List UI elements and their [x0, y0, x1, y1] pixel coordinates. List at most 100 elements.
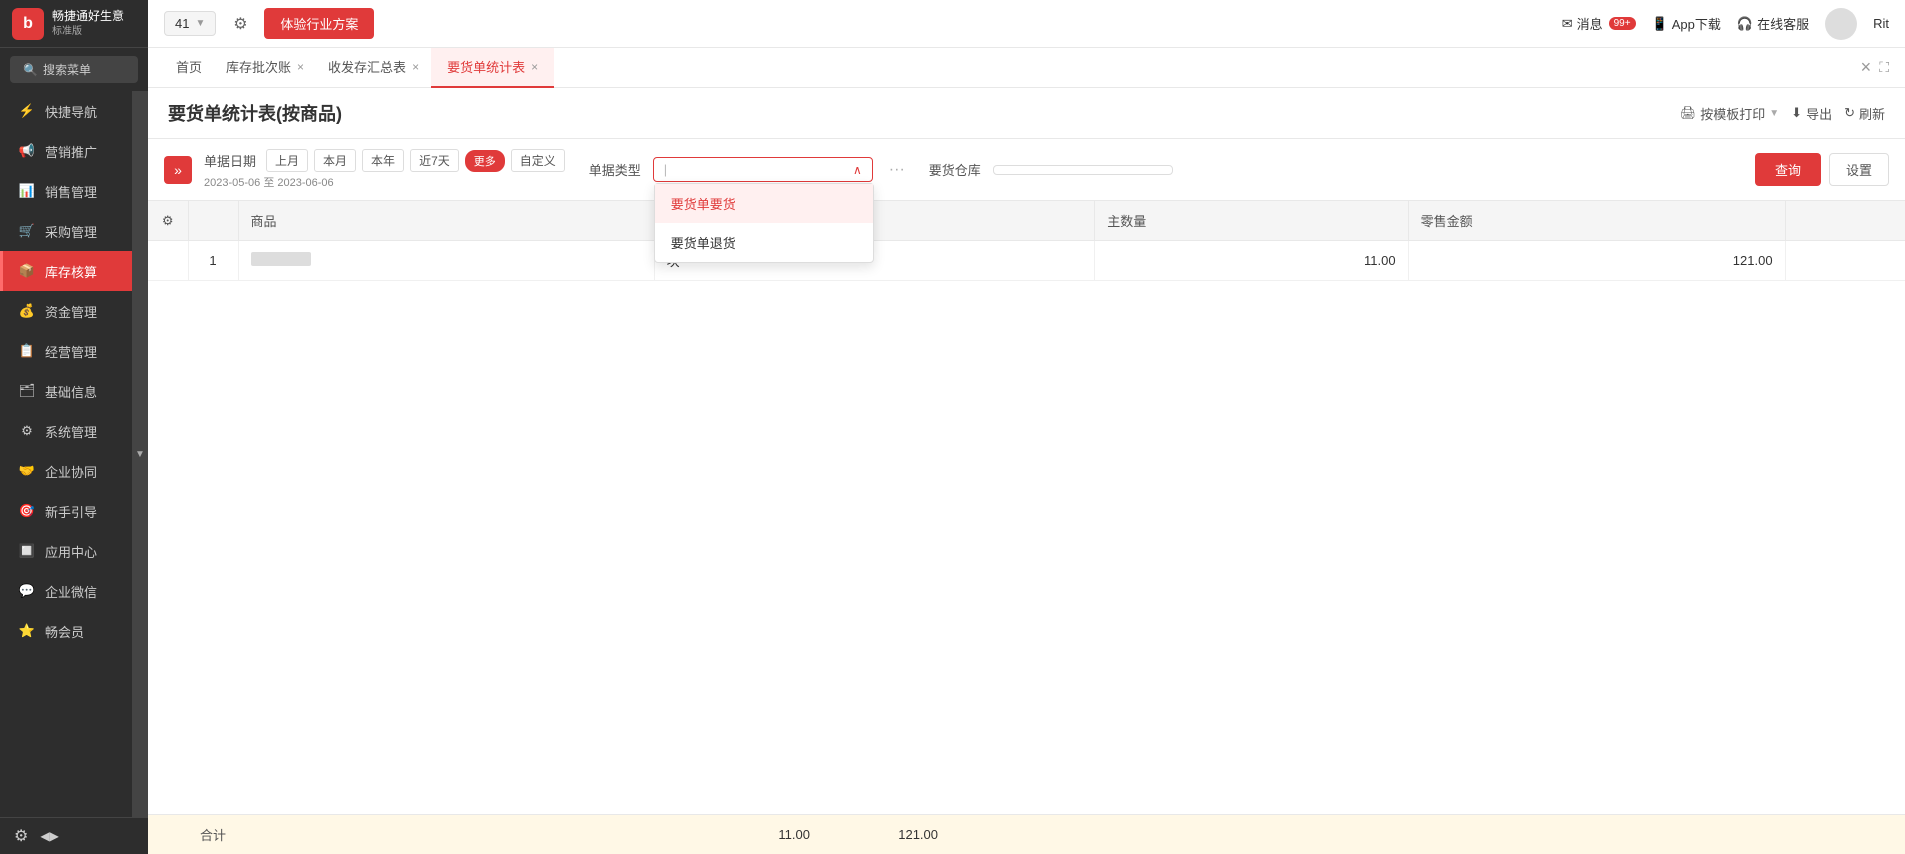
- sidebar-logo: b 畅捷通好生意 标准版: [0, 0, 148, 48]
- tab-batch-close[interactable]: ×: [297, 61, 304, 73]
- chevron-up-icon: ∧: [853, 163, 862, 177]
- appstore-icon: 🔲: [17, 541, 37, 561]
- tab-fullscreen-icon[interactable]: ⛶: [1879, 59, 1889, 76]
- app-download-action[interactable]: 📱 App下载: [1652, 14, 1721, 33]
- sidebar-item-label: 基础信息: [45, 382, 97, 401]
- filter-date-7days[interactable]: 近7天: [410, 149, 459, 172]
- print-template-btn[interactable]: 🖨 按模板打印 ▼: [1680, 104, 1779, 123]
- store-selector[interactable]: 41 ▼: [164, 11, 216, 36]
- tab-home[interactable]: 首页: [164, 48, 214, 88]
- industry-btn[interactable]: 体验行业方案: [264, 8, 374, 39]
- sidebar-item-member[interactable]: ⭐ 畅会员: [0, 611, 132, 651]
- sidebar-item-inventory[interactable]: 📦 库存核算: [0, 251, 132, 291]
- td-amount: 121.00: [1408, 241, 1785, 281]
- sidebar-item-quick-nav[interactable]: ⚡ 快捷导航: [0, 91, 132, 131]
- sidebar-item-label: 企业协同: [45, 462, 97, 481]
- th-settings[interactable]: ⚙: [148, 201, 188, 241]
- sidebar-item-guide[interactable]: 🎯 新手引导: [0, 491, 132, 531]
- tab-batch-label: 库存批次账: [226, 57, 291, 76]
- sidebar-item-label: 经营管理: [45, 342, 97, 361]
- support-icon: 🎧: [1737, 16, 1753, 32]
- export-icon: ⬇: [1791, 105, 1802, 121]
- guide-icon: 🎯: [17, 501, 37, 521]
- filter-warehouse-label: 要货仓库: [929, 160, 981, 179]
- tab-home-label: 首页: [176, 57, 202, 76]
- sidebar-item-label: 采购管理: [45, 222, 97, 241]
- message-action[interactable]: ✉ 消息 99+: [1562, 14, 1636, 33]
- filter-warehouse-input[interactable]: [993, 165, 1173, 175]
- table-footer: 合计 11.00 121.00: [148, 814, 1905, 854]
- footer-amount: 121.00: [818, 827, 938, 842]
- sidebar-settings-icon[interactable]: ⚙: [14, 826, 28, 846]
- filter-doctype-select[interactable]: | ∧ 要货单要货 要货单退货: [653, 157, 873, 182]
- sidebar-item-label: 系统管理: [45, 422, 97, 441]
- refresh-btn[interactable]: ↻ 刷新: [1844, 104, 1885, 123]
- quick-nav-icon: ⚡: [17, 101, 37, 121]
- page-title: 要货单统计表(按商品): [168, 100, 342, 126]
- logo-title: 畅捷通好生意: [52, 9, 124, 25]
- filter-expand-btn[interactable]: »: [164, 156, 192, 184]
- finance-icon: 💰: [17, 301, 37, 321]
- sidebar-item-label: 营销推广: [45, 142, 97, 161]
- tab-collect[interactable]: 收发存汇总表 ×: [316, 48, 431, 88]
- sidebar-collapse-icon[interactable]: ◀▶: [40, 829, 58, 843]
- sidebar-search[interactable]: 🔍 搜索菜单: [10, 56, 138, 83]
- sidebar-item-wechat[interactable]: 💬 企业微信: [0, 571, 132, 611]
- sales-icon: 📊: [17, 181, 37, 201]
- dropdown-item-requisition-order[interactable]: 要货单要货: [655, 184, 873, 223]
- export-btn[interactable]: ⬇ 导出: [1791, 104, 1832, 123]
- refresh-icon: ↻: [1844, 105, 1855, 121]
- sidebar-item-purchase[interactable]: 🛒 采购管理: [0, 211, 132, 251]
- user-avatar[interactable]: [1825, 8, 1857, 40]
- td-product: [238, 241, 654, 281]
- sidebar: b 畅捷通好生意 标准版 🔍 搜索菜单 ⚡ 快捷导航 📢 营销推广 📊 销售管理: [0, 0, 148, 854]
- tab-requisition-close[interactable]: ×: [531, 61, 538, 73]
- sidebar-item-label: 新手引导: [45, 502, 97, 521]
- system-icon: ⚙: [17, 421, 37, 441]
- sidebar-item-operation[interactable]: 📋 经营管理: [0, 331, 132, 371]
- filter-date-more[interactable]: 更多: [465, 150, 505, 172]
- settings-button[interactable]: 设置: [1829, 153, 1889, 186]
- sidebar-scroll-down[interactable]: ▼: [132, 91, 148, 817]
- td-rownum: 1: [188, 241, 238, 281]
- basic-icon: 🗂: [17, 381, 37, 401]
- sidebar-item-system[interactable]: ⚙ 系统管理: [0, 411, 132, 451]
- sidebar-item-label: 销售管理: [45, 182, 97, 201]
- tab-window-close[interactable]: ×: [1861, 57, 1872, 78]
- filter-dots-icon[interactable]: ···: [885, 161, 909, 179]
- tab-requisition-label: 要货单统计表: [447, 57, 525, 76]
- filter-date-last-month[interactable]: 上月: [266, 149, 308, 172]
- operation-icon: 📋: [17, 341, 37, 361]
- filter-date-group: 单据日期 上月 本月 本年 近7天 更多 自定义 2023-05-06 至 20…: [204, 149, 565, 190]
- th-rownum: [188, 201, 238, 241]
- sidebar-item-finance[interactable]: 💰 资金管理: [0, 291, 132, 331]
- tab-collect-label: 收发存汇总表: [328, 57, 406, 76]
- sidebar-item-basic[interactable]: 🗂 基础信息: [0, 371, 132, 411]
- tab-batch[interactable]: 库存批次账 ×: [214, 48, 316, 88]
- message-label: 消息: [1577, 14, 1603, 33]
- th-quantity: 主数量: [1095, 201, 1408, 241]
- sidebar-item-marketing[interactable]: 📢 营销推广: [0, 131, 132, 171]
- filter-date-this-year[interactable]: 本年: [362, 149, 404, 172]
- sidebar-nav: ⚡ 快捷导航 📢 营销推广 📊 销售管理 🛒 采购管理 📦 库存核算 💰: [0, 91, 132, 817]
- td-extra: [1785, 241, 1905, 281]
- sidebar-item-label: 快捷导航: [45, 102, 97, 121]
- sidebar-item-appstore[interactable]: 🔲 应用中心: [0, 531, 132, 571]
- tab-requisition[interactable]: 要货单统计表 ×: [431, 48, 554, 88]
- filter-doctype-value: |: [664, 162, 853, 177]
- sidebar-item-enterprise[interactable]: 🤝 企业协同: [0, 451, 132, 491]
- filter-date-custom[interactable]: 自定义: [511, 149, 565, 172]
- sidebar-item-sales[interactable]: 📊 销售管理: [0, 171, 132, 211]
- message-icon: ✉: [1562, 16, 1573, 32]
- page-header: 要货单统计表(按商品) 🖨 按模板打印 ▼ ⬇ 导出 ↻ 刷新: [148, 88, 1905, 139]
- footer-quantity: 11.00: [690, 827, 810, 842]
- query-button[interactable]: 查询: [1755, 153, 1821, 186]
- topbar-gear-icon[interactable]: ⚙: [226, 10, 254, 38]
- print-icon: 🖨: [1680, 105, 1697, 121]
- tab-collect-close[interactable]: ×: [412, 61, 419, 73]
- dropdown-item-requisition-return[interactable]: 要货单退货: [655, 223, 873, 262]
- sidebar-item-label: 应用中心: [45, 542, 97, 561]
- td-quantity: 11.00: [1095, 241, 1408, 281]
- filter-date-this-month[interactable]: 本月: [314, 149, 356, 172]
- support-action[interactable]: 🎧 在线客服: [1737, 14, 1809, 33]
